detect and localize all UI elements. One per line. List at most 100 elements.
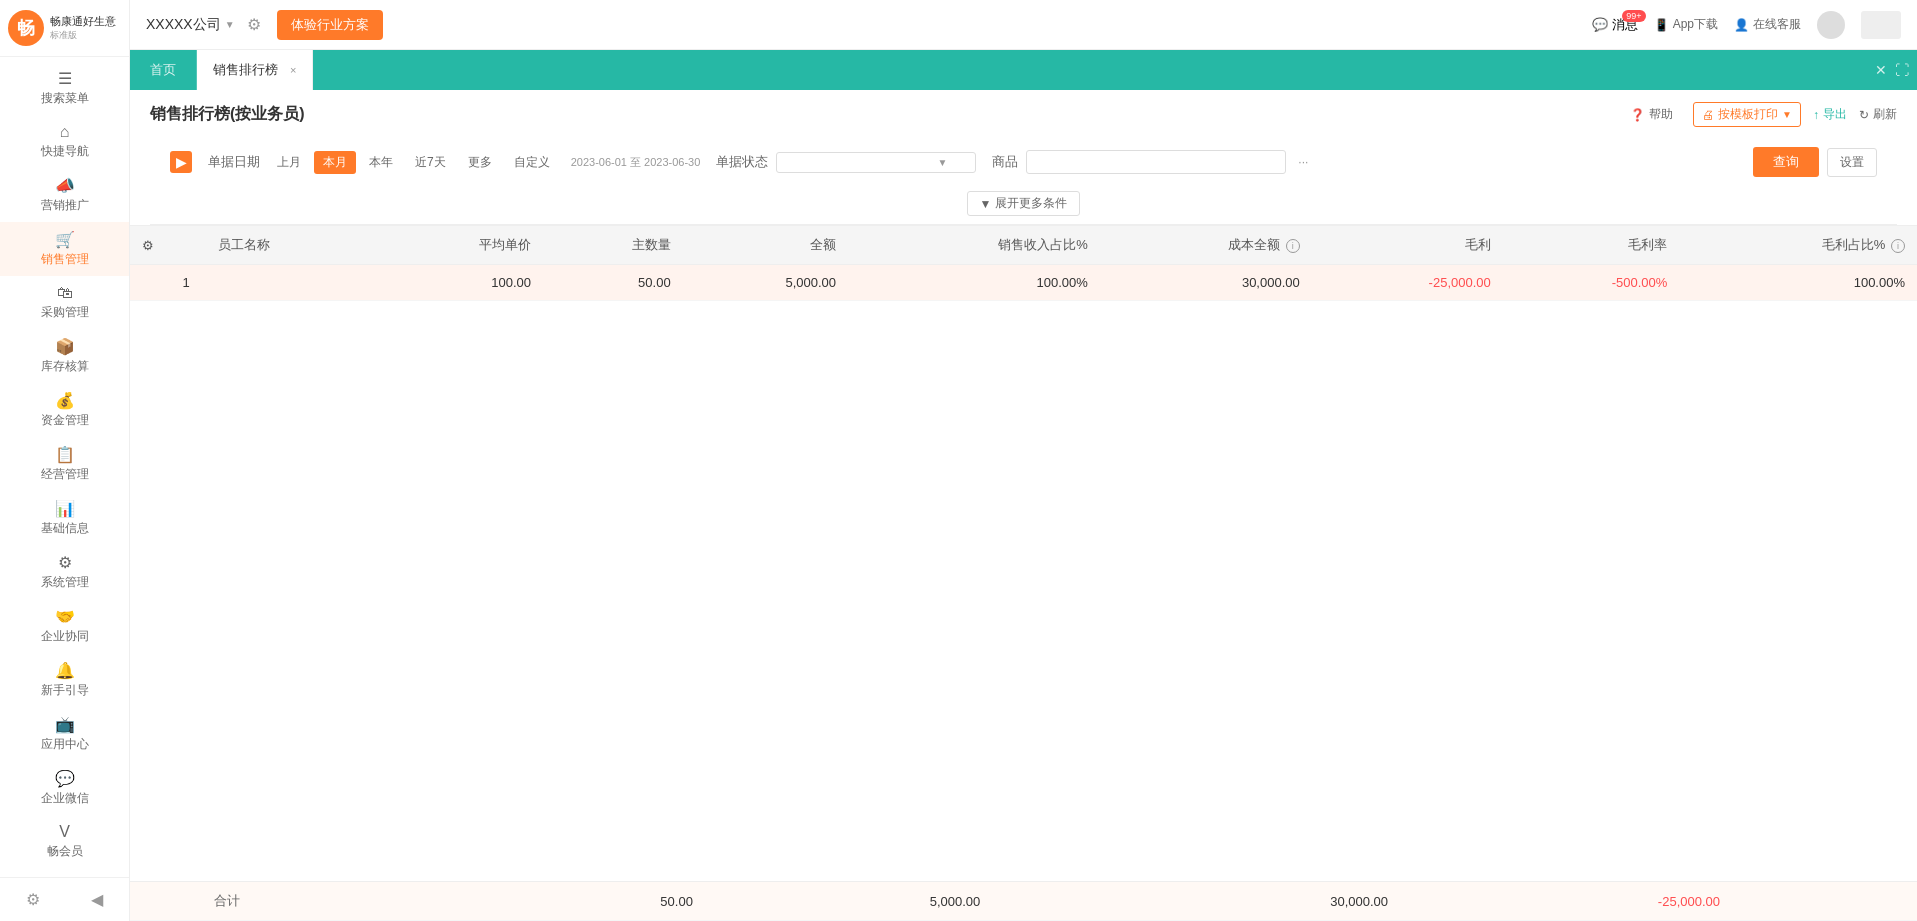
help-button[interactable]: ❓ 帮助 (1622, 102, 1681, 127)
sidebar-item-label: 经营管理 (41, 466, 89, 483)
col-avg-price: 平均单价 (374, 226, 542, 265)
sidebar-item-member[interactable]: V 畅会员 (0, 815, 129, 868)
goods-filter-group: 商品 ··· (992, 150, 1308, 174)
search-menu-icon: ☰ (58, 69, 72, 88)
app-download-action[interactable]: 📱 App下载 (1654, 16, 1718, 33)
sidebar-item-wechat[interactable]: 💬 企业微信 (0, 761, 129, 815)
sidebar-collapse-icon[interactable]: ◀ (87, 886, 107, 913)
sidebar-item-basic[interactable]: 📊 基础信息 (0, 491, 129, 545)
row-cost-cell: 30,000.00 (1100, 265, 1312, 301)
col-settings[interactable]: ⚙ (130, 226, 166, 265)
export-icon: ↑ (1813, 108, 1819, 122)
footer-margin-cell (1732, 882, 1824, 921)
service-icon: 👤 (1734, 18, 1749, 32)
page-title: 销售排行榜(按业务员) (150, 104, 305, 125)
topbar-settings-icon[interactable]: ⚙ (247, 15, 261, 34)
goods-input[interactable] (1026, 150, 1286, 174)
template-print-button[interactable]: 🖨 按模板打印 ▼ (1693, 102, 1801, 127)
tab-close-icon[interactable]: × (290, 64, 296, 76)
query-button[interactable]: 查询 (1753, 147, 1819, 177)
date-tab-this-year[interactable]: 本年 (360, 151, 402, 174)
date-tab-last-month[interactable]: 上月 (268, 151, 310, 174)
sidebar-item-label: 应用中心 (41, 736, 89, 753)
member-icon: V (59, 823, 70, 841)
tab-sales-ranking[interactable]: 销售排行榜 × (197, 50, 313, 90)
sidebar-item-enterprise[interactable]: 🤝 企业协同 (0, 599, 129, 653)
page-title-row: 销售排行榜(按业务员) ❓ 帮助 🖨 按模板打印 ▼ ↑ 导出 (150, 102, 1897, 127)
sidebar-item-marketing[interactable]: 📣 营销推广 (0, 168, 129, 222)
refresh-button[interactable]: ↻ 刷新 (1859, 106, 1897, 123)
col-name: 员工名称 (206, 226, 374, 265)
company-selector[interactable]: XXXXX公司 ▼ (146, 16, 235, 34)
sidebar-item-guide[interactable]: 🔔 新手引导 (0, 653, 129, 707)
trial-button[interactable]: 体验行业方案 (277, 10, 383, 40)
sidebar-item-inventory[interactable]: 📦 库存核算 (0, 329, 129, 383)
tabbar-right: ✕ ⛶ (1875, 62, 1917, 78)
settings-small-button[interactable]: 设置 (1827, 148, 1877, 177)
sidebar-item-finance[interactable]: 💰 资金管理 (0, 383, 129, 437)
sidebar-bottom: ⚙ ◀ (0, 877, 129, 921)
sidebar-item-label: 营销推广 (41, 197, 89, 214)
export-button[interactable]: ↑ 导出 (1813, 106, 1847, 123)
help-label: 帮助 (1649, 106, 1673, 123)
sidebar-item-shortcuts[interactable]: ⌂ 快捷导航 (0, 115, 129, 168)
filter-expand-button[interactable]: ▶ (170, 151, 192, 173)
sidebar-item-label: 企业协同 (41, 628, 89, 645)
date-tab-7days[interactable]: 近7天 (406, 151, 455, 174)
print-icon: 🖨 (1702, 108, 1714, 122)
user-avatar[interactable] (1817, 11, 1845, 39)
sidebar-item-label: 采购管理 (41, 304, 89, 321)
sidebar-item-operations[interactable]: 📋 经营管理 (0, 437, 129, 491)
row-profit-cell: -25,000.00 (1312, 265, 1503, 301)
col-rank (166, 226, 206, 265)
sidebar-item-label: 库存核算 (41, 358, 89, 375)
col-sales-pct: 销售收入占比% (848, 226, 1100, 265)
tab-maximize-icon[interactable]: ⛶ (1895, 62, 1909, 78)
date-tab-this-month[interactable]: 本月 (314, 151, 356, 174)
footer-sales-pct-cell (992, 882, 1084, 921)
row-rank-cell: 1 (166, 265, 206, 301)
marketing-icon: 📣 (55, 176, 75, 195)
apps-icon: 📺 (55, 715, 75, 734)
sidebar-item-system[interactable]: ⚙ 系统管理 (0, 545, 129, 599)
sidebar-item-purchase[interactable]: 🛍 采购管理 (0, 276, 129, 329)
profit-pct-info-icon[interactable]: i (1891, 239, 1905, 253)
row-amount-cell: 5,000.00 (683, 265, 848, 301)
table-header-row: ⚙ 员工名称 平均单价 主数量 全额 销售收入占比% 成本全额 i 毛利 毛利率 (130, 226, 1917, 265)
tab-home[interactable]: 首页 (130, 50, 197, 90)
sidebar-item-sales[interactable]: 🛒 销售管理 (0, 222, 129, 276)
date-tab-custom[interactable]: 自定义 (505, 151, 559, 174)
notification-area[interactable]: 💬 消息 99+ (1592, 16, 1638, 34)
col-cost: 成本全额 i (1100, 226, 1312, 265)
footer-profit-pct-cell (1824, 882, 1917, 921)
sales-icon: 🛒 (55, 230, 75, 249)
online-service-action[interactable]: 👤 在线客服 (1734, 16, 1801, 33)
data-table: ⚙ 员工名称 平均单价 主数量 全额 销售收入占比% 成本全额 i 毛利 毛利率 (130, 226, 1917, 301)
sidebar-settings-icon[interactable]: ⚙ (22, 886, 44, 913)
cost-info-icon[interactable]: i (1286, 239, 1300, 253)
filter-bar: ▶ 单据日期 上月 本月 本年 近7天 更多 自定义 2023-06-01 至 … (150, 137, 1897, 187)
expand-more-button[interactable]: ▼ 展开更多条件 (967, 191, 1081, 216)
sidebar-item-search[interactable]: ☰ 搜索菜单 (0, 61, 129, 115)
refresh-label: 刷新 (1873, 106, 1897, 123)
more-filters-icon[interactable]: ··· (1298, 155, 1308, 169)
date-filter-label: 单据日期 (208, 153, 260, 171)
status-filter-label: 单据状态 (716, 153, 768, 171)
status-select[interactable]: ▼ (776, 152, 976, 173)
date-tab-more[interactable]: 更多 (459, 151, 501, 174)
col-amount: 全额 (683, 226, 848, 265)
tabbar: 首页 销售排行榜 × ✕ ⛶ (130, 50, 1917, 90)
sidebar-item-label: 资金管理 (41, 412, 89, 429)
row-margin-cell: -500.00% (1503, 265, 1680, 301)
print-label: 按模板打印 (1718, 106, 1778, 123)
status-select-arrow-icon: ▼ (937, 157, 947, 168)
footer-label-cell: 合计 (202, 882, 395, 921)
sidebar-item-apps[interactable]: 📺 应用中心 (0, 707, 129, 761)
expand-more-row: ▼ 展开更多条件 (150, 187, 1897, 225)
purchase-icon: 🛍 (57, 284, 73, 302)
row-avg-price-cell: 100.00 (374, 265, 542, 301)
tab-close-window-icon[interactable]: ✕ (1875, 62, 1887, 78)
logo-icon: 畅 (8, 10, 44, 46)
user-name-area (1861, 11, 1901, 39)
page-actions: ❓ 帮助 🖨 按模板打印 ▼ ↑ 导出 ↻ 刷新 (1622, 102, 1897, 127)
